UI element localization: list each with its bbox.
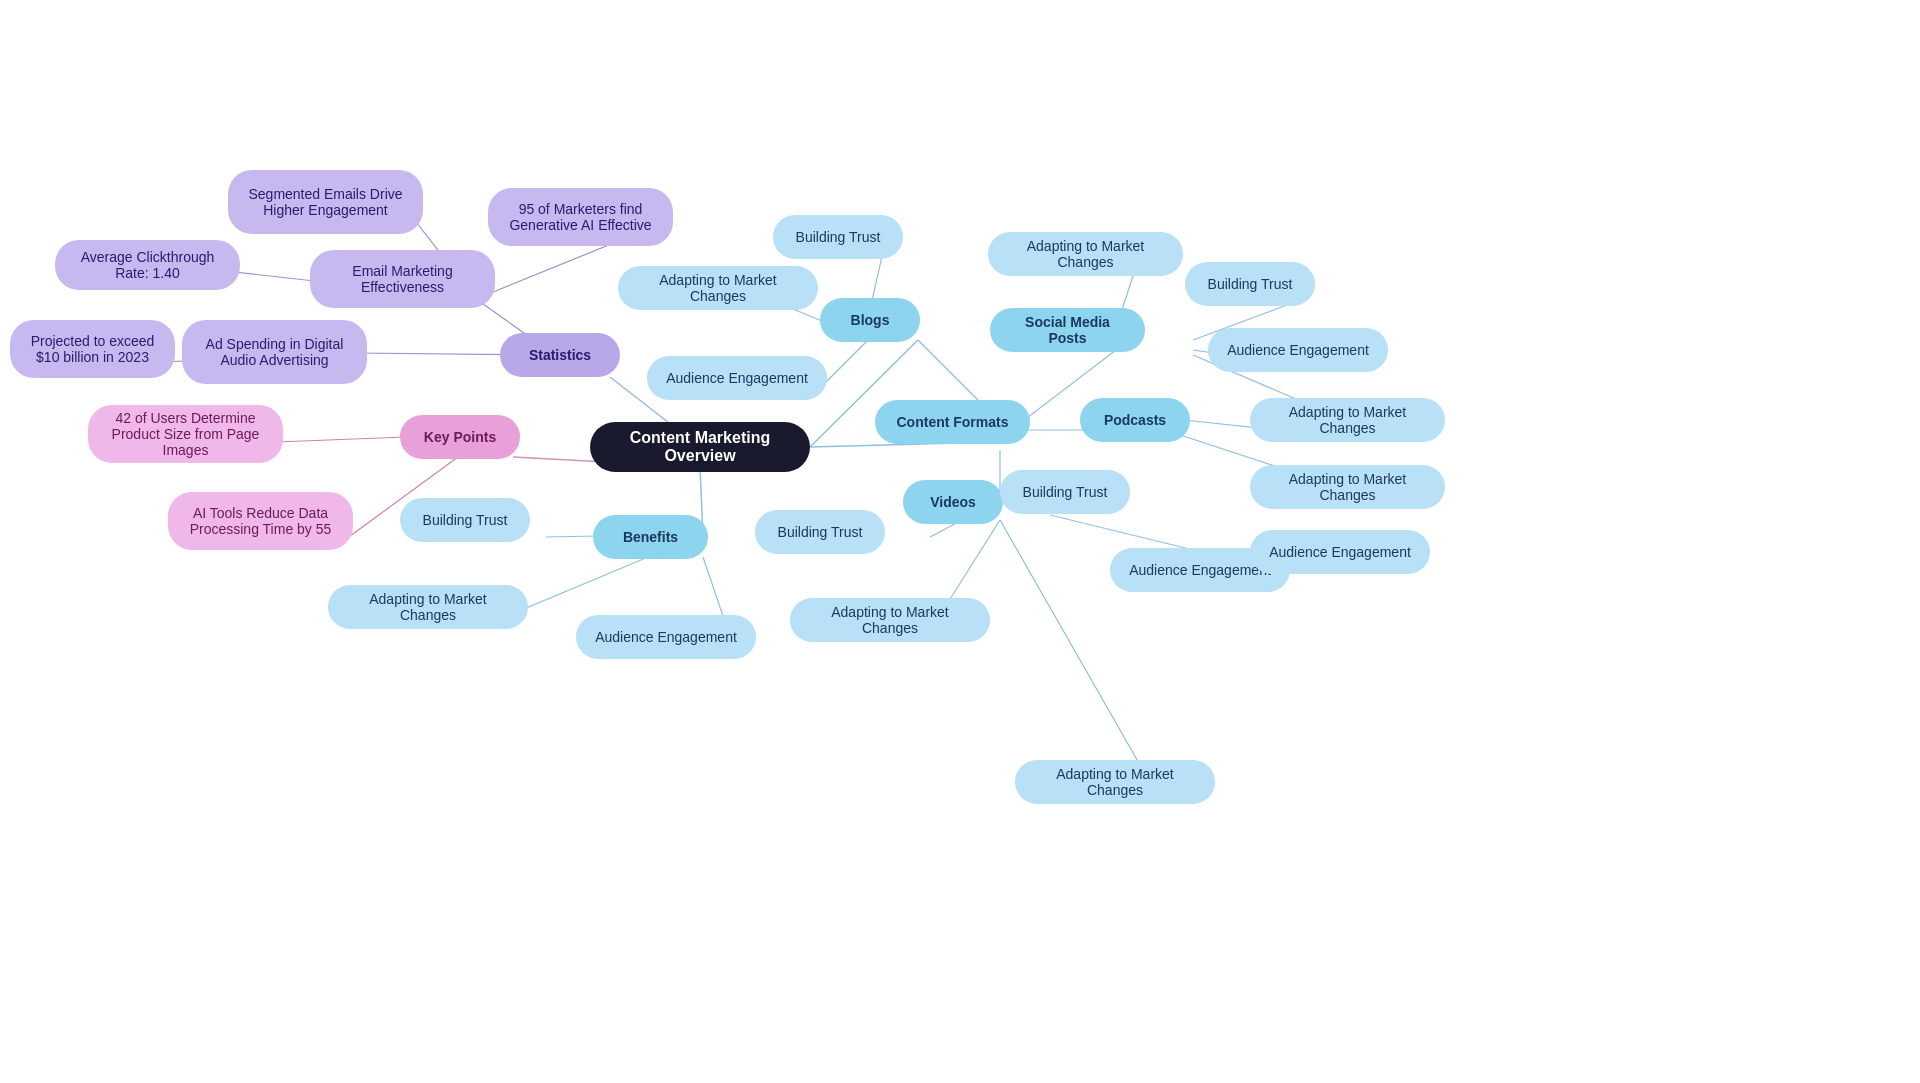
building-trust-benefits-label: Building Trust [423, 512, 508, 528]
podcasts-node[interactable]: Podcasts [1080, 398, 1190, 442]
ai-effective-label: 95 of Marketers find Generative AI Effec… [504, 201, 657, 233]
adapting-social-label: Adapting to Market Changes [1004, 238, 1167, 270]
social-media-node[interactable]: Social Media Posts [990, 308, 1145, 352]
segmented-emails-label: Segmented Emails Drive Higher Engagement [244, 186, 407, 218]
center-node[interactable]: Content Marketing Overview [590, 422, 810, 472]
ai-effective-node[interactable]: 95 of Marketers find Generative AI Effec… [488, 188, 673, 246]
projected-node[interactable]: Projected to exceed $10 billion in 2023 [10, 320, 175, 378]
adapting-podcasts-label: Adapting to Market Changes [1266, 471, 1429, 503]
building-trust-videos2-label: Building Trust [1023, 484, 1108, 500]
avg-clickthrough-node[interactable]: Average Clickthrough Rate: 1.40 [55, 240, 240, 290]
email-marketing-node[interactable]: Email Marketing Effectiveness [310, 250, 495, 308]
podcasts-label: Podcasts [1104, 412, 1166, 428]
benefits-node[interactable]: Benefits [593, 515, 708, 559]
benefits-label: Benefits [623, 529, 678, 545]
building-trust-blogs-node[interactable]: Building Trust [773, 215, 903, 259]
audience-podcasts-label: Audience Engagement [1269, 544, 1411, 560]
adapting-benefits-node[interactable]: Adapting to Market Changes [328, 585, 528, 629]
building-trust-social-node[interactable]: Building Trust [1185, 262, 1315, 306]
ad-spending-label: Ad Spending in Digital Audio Advertising [198, 336, 351, 368]
adapting-podcasts-node[interactable]: Adapting to Market Changes [1250, 465, 1445, 509]
audience-social-label: Audience Engagement [1227, 342, 1369, 358]
audience-blogs-node[interactable]: Audience Engagement [647, 356, 827, 400]
email-marketing-label: Email Marketing Effectiveness [326, 263, 479, 295]
adapting-blogs-label: Adapting to Market Changes [634, 272, 802, 304]
adapting-videos-label: Adapting to Market Changes [806, 604, 974, 636]
avg-clickthrough-label: Average Clickthrough Rate: 1.40 [71, 249, 224, 281]
building-trust-videos2-node[interactable]: Building Trust [1000, 470, 1130, 514]
key-points-node[interactable]: Key Points [400, 415, 520, 459]
videos-node[interactable]: Videos [903, 480, 1003, 524]
statistics-label: Statistics [529, 347, 591, 363]
adapting-blogs-node[interactable]: Adapting to Market Changes [618, 266, 818, 310]
audience-podcasts-node[interactable]: Audience Engagement [1250, 530, 1430, 574]
building-trust-blogs-label: Building Trust [796, 229, 881, 245]
content-formats-label: Content Formats [897, 414, 1009, 430]
building-trust-videos-node[interactable]: Building Trust [755, 510, 885, 554]
adapting-market-bottom-node[interactable]: Adapting to Market Changes [1015, 760, 1215, 804]
projected-label: Projected to exceed $10 billion in 2023 [26, 333, 159, 365]
ai-tools-label: AI Tools Reduce Data Processing Time by … [184, 505, 337, 537]
social-media-label: Social Media Posts [1006, 314, 1129, 346]
audience-benefits-label: Audience Engagement [595, 629, 737, 645]
blogs-label: Blogs [851, 312, 890, 328]
videos-label: Videos [930, 494, 976, 510]
building-trust-videos-label: Building Trust [778, 524, 863, 540]
adapting-benefits-label: Adapting to Market Changes [344, 591, 512, 623]
ad-spending-node[interactable]: Ad Spending in Digital Audio Advertising [182, 320, 367, 384]
content-formats-node[interactable]: Content Formats [875, 400, 1030, 444]
audience-benefits-node[interactable]: Audience Engagement [576, 615, 756, 659]
ai-tools-node[interactable]: AI Tools Reduce Data Processing Time by … [168, 492, 353, 550]
42-users-label: 42 of Users Determine Product Size from … [104, 410, 267, 458]
adapting-social2-node[interactable]: Adapting to Market Changes [1250, 398, 1445, 442]
building-trust-social-label: Building Trust [1208, 276, 1293, 292]
segmented-emails-node[interactable]: Segmented Emails Drive Higher Engagement [228, 170, 423, 234]
adapting-social-node[interactable]: Adapting to Market Changes [988, 232, 1183, 276]
audience-blogs-label: Audience Engagement [666, 370, 808, 386]
adapting-videos-node[interactable]: Adapting to Market Changes [790, 598, 990, 642]
center-label: Content Marketing Overview [606, 429, 794, 465]
key-points-label: Key Points [424, 429, 496, 445]
building-trust-benefits-node[interactable]: Building Trust [400, 498, 530, 542]
audience-social-node[interactable]: Audience Engagement [1208, 328, 1388, 372]
blogs-node[interactable]: Blogs [820, 298, 920, 342]
adapting-social2-label: Adapting to Market Changes [1266, 404, 1429, 436]
statistics-node[interactable]: Statistics [500, 333, 620, 377]
42-users-node[interactable]: 42 of Users Determine Product Size from … [88, 405, 283, 463]
audience-videos-label: Audience Engagement [1129, 562, 1271, 578]
adapting-market-bottom-label: Adapting to Market Changes [1031, 766, 1199, 798]
